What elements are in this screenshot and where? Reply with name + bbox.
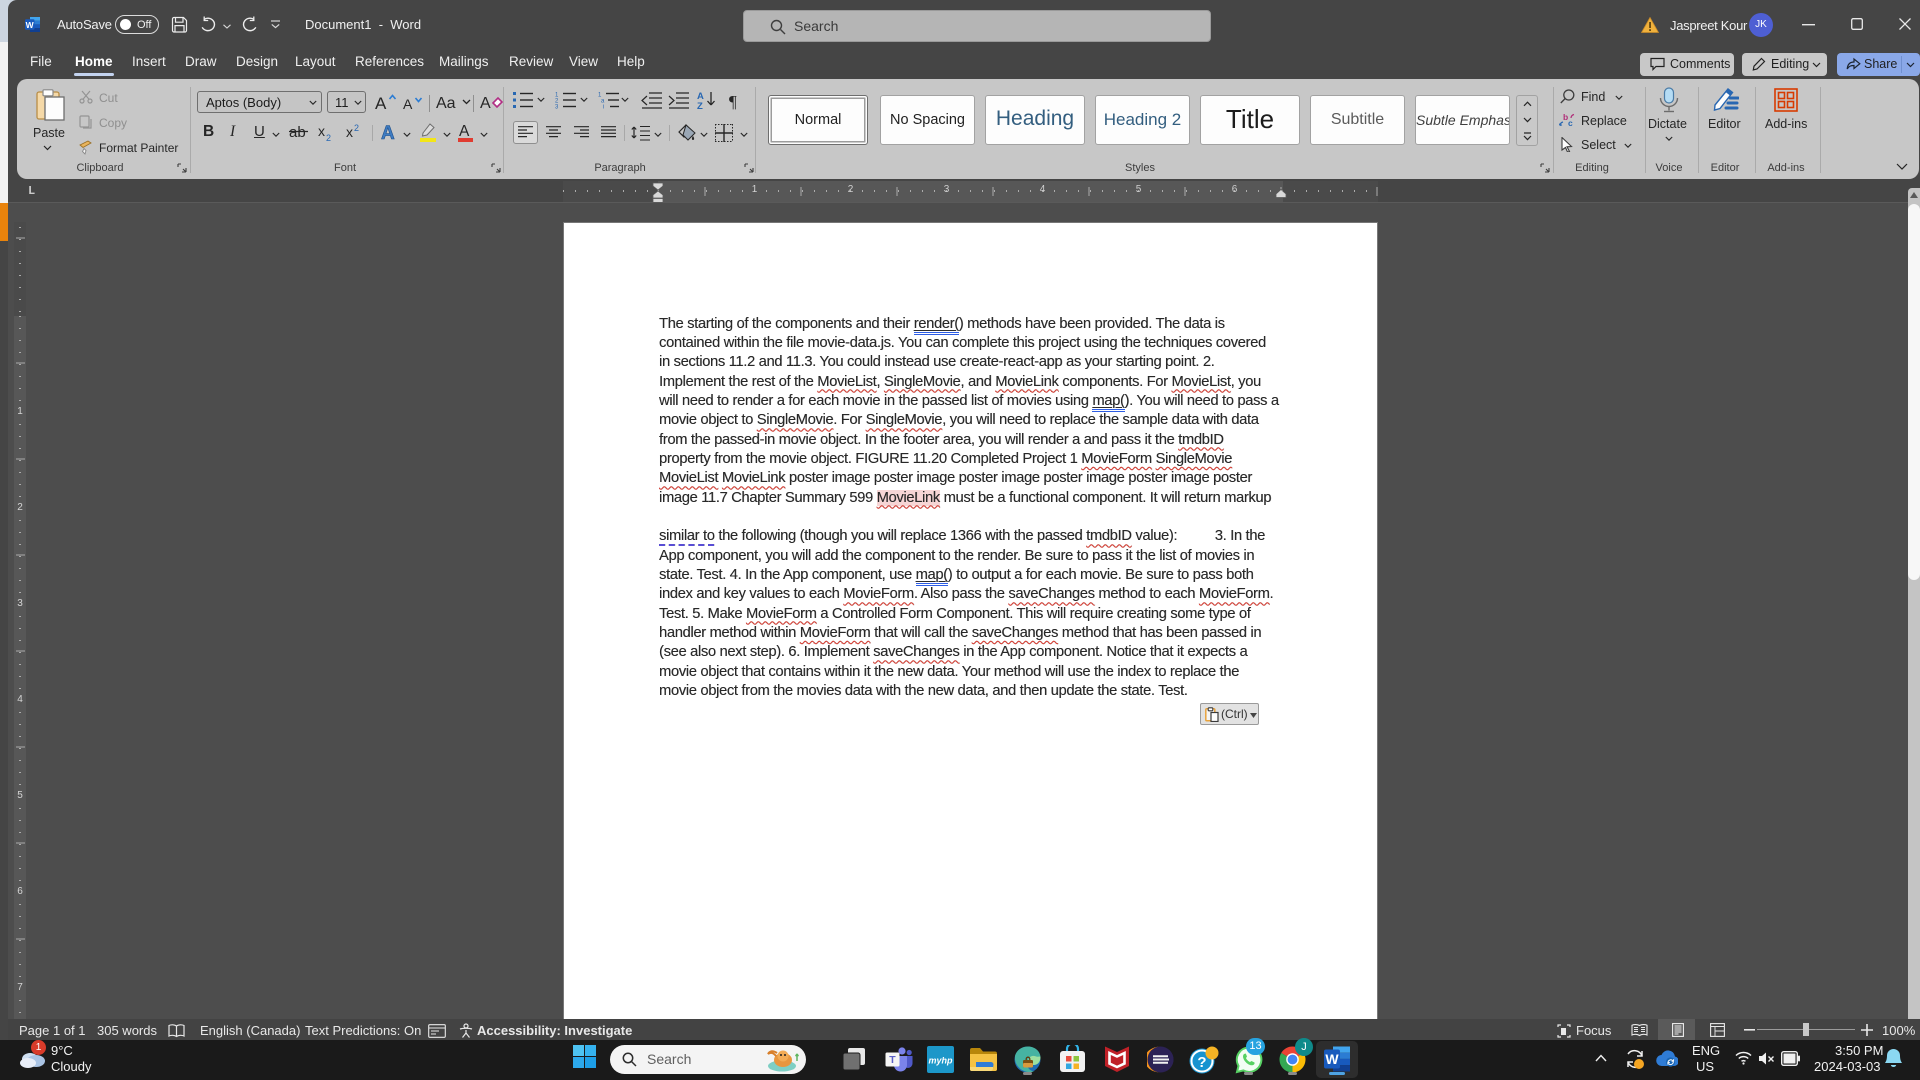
svg-text:¶: ¶ — [729, 92, 737, 110]
svg-text:A: A — [459, 123, 470, 140]
svg-text:ab: ab — [289, 124, 306, 141]
svg-text:Aa: Aa — [436, 95, 456, 112]
svg-text:A: A — [375, 94, 387, 112]
svg-text:W: W — [1325, 1051, 1339, 1067]
svg-text:i: i — [603, 105, 604, 110]
svg-text:myhp: myhp — [928, 1056, 953, 1066]
svg-text:T: T — [889, 1054, 896, 1066]
svg-text:2: 2 — [354, 123, 359, 133]
svg-text:x: x — [318, 123, 325, 139]
svg-text:A: A — [381, 123, 395, 143]
svg-text:Z: Z — [697, 101, 703, 110]
svg-text:3: 3 — [555, 105, 559, 110]
svg-text:x: x — [346, 124, 353, 140]
svg-text:A: A — [480, 95, 491, 112]
svg-text:W: W — [26, 20, 35, 30]
svg-text:A: A — [403, 96, 413, 112]
svg-text:2: 2 — [326, 133, 331, 141]
svg-text:c: c — [1568, 118, 1573, 128]
svg-text:?: ? — [1197, 1054, 1206, 1071]
